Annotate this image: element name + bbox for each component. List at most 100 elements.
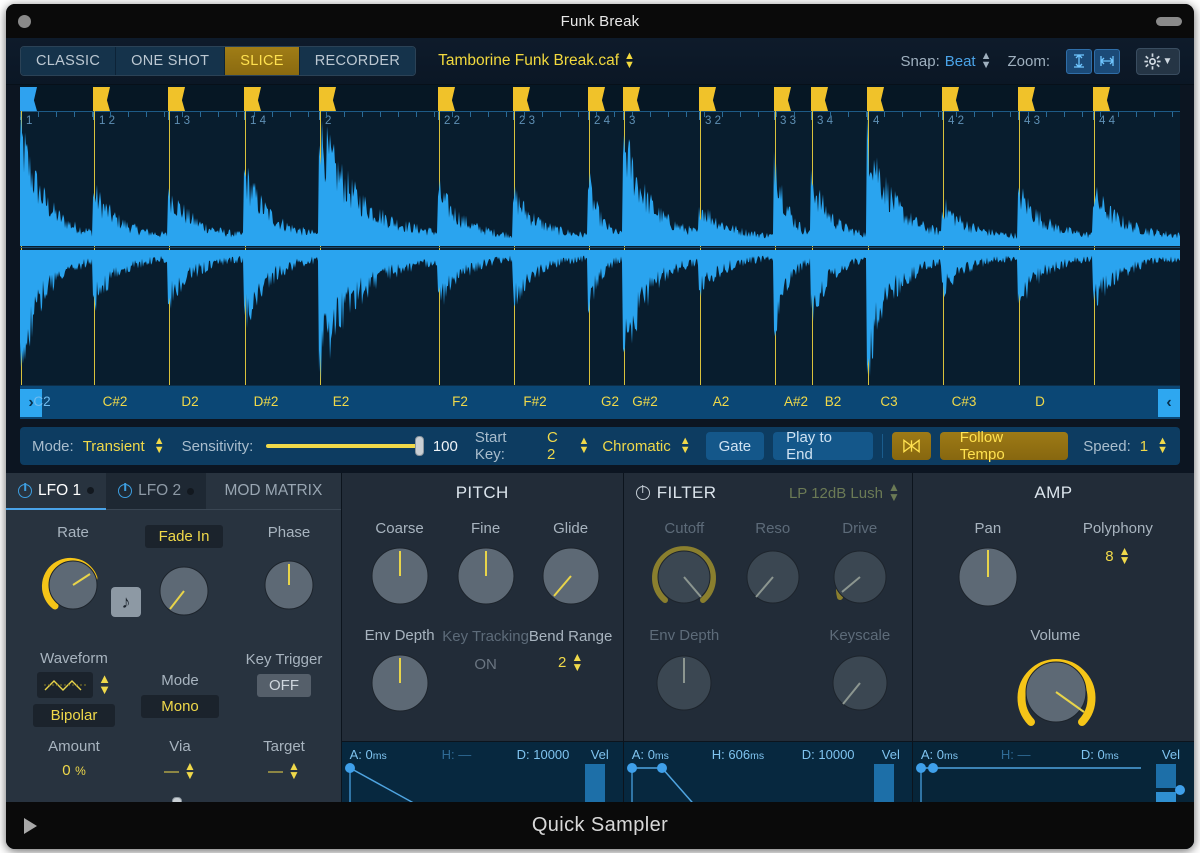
slice-marker[interactable] bbox=[1018, 87, 1035, 111]
key-label[interactable]: F#2 bbox=[523, 394, 546, 409]
amp-volume-knob[interactable] bbox=[913, 652, 1194, 739]
filter-drive-knob[interactable] bbox=[814, 545, 906, 614]
slice-marker[interactable] bbox=[699, 87, 716, 111]
slice-marker[interactable] bbox=[244, 87, 261, 111]
slice-marker[interactable] bbox=[438, 87, 455, 111]
key-label[interactable]: C2 bbox=[33, 394, 50, 409]
power-icon[interactable] bbox=[118, 484, 132, 498]
filter-cutoff-knob[interactable] bbox=[632, 545, 737, 614]
zoom-horizontal-icon[interactable] bbox=[1094, 49, 1120, 74]
sensitivity-slider[interactable] bbox=[266, 444, 420, 448]
triangle-wave-icon[interactable] bbox=[37, 672, 93, 698]
chevron-updown-icon[interactable]: ▲▼ bbox=[1119, 547, 1131, 566]
mode-tab-slice[interactable]: SLICE bbox=[225, 47, 299, 75]
chevron-updown-icon[interactable]: ▲▼ bbox=[184, 762, 196, 781]
key-label[interactable]: E2 bbox=[333, 394, 350, 409]
slice-marker[interactable] bbox=[93, 87, 110, 111]
slice-marker[interactable] bbox=[513, 87, 530, 111]
key-label[interactable]: C#3 bbox=[952, 394, 977, 409]
mode-tab-one-shot[interactable]: ONE SHOT bbox=[116, 47, 225, 75]
key-label[interactable]: D#2 bbox=[254, 394, 279, 409]
power-icon[interactable] bbox=[636, 486, 650, 500]
slice-marker[interactable] bbox=[623, 87, 640, 111]
slice-marker[interactable] bbox=[168, 87, 185, 111]
start-key-value[interactable]: C 2 bbox=[547, 429, 569, 463]
pitch-env-depth-knob[interactable] bbox=[350, 652, 450, 719]
amp-pan-knob[interactable] bbox=[933, 545, 1043, 614]
key-label[interactable]: D bbox=[1035, 394, 1045, 409]
lfo-via-selector[interactable]: — ▲▼ bbox=[132, 762, 228, 781]
key-label[interactable]: C#2 bbox=[103, 394, 128, 409]
gate-button[interactable]: Gate bbox=[706, 432, 765, 460]
lfo-fade-in-knob[interactable] bbox=[149, 556, 219, 626]
lfo-polarity-button[interactable]: Bipolar bbox=[33, 704, 116, 727]
chevron-updown-icon[interactable]: ▲▼ bbox=[888, 483, 900, 502]
lfo-phase-knob[interactable] bbox=[254, 550, 324, 620]
filter-reso-knob[interactable] bbox=[727, 545, 819, 614]
key-label[interactable]: A2 bbox=[713, 394, 730, 409]
lfo-fade-in-button[interactable]: Fade In bbox=[145, 525, 224, 548]
pitch-bend-range-selector[interactable]: 2 ▲▼ bbox=[525, 653, 617, 672]
snap-control[interactable]: Snap: Beat ▲▼ bbox=[901, 52, 992, 70]
slice-marker[interactable] bbox=[1093, 87, 1110, 111]
pitch-key-tracking-button[interactable]: ON bbox=[460, 653, 511, 676]
mode-tab-recorder[interactable]: RECORDER bbox=[300, 47, 415, 75]
waveform-display[interactable]: 11 21 31 422 22 32 433 23 33 444 24 34 4 bbox=[20, 85, 1180, 385]
pitch-coarse-knob[interactable] bbox=[350, 545, 450, 612]
chevron-updown-icon[interactable]: ▲▼ bbox=[98, 674, 111, 695]
key-label[interactable]: B2 bbox=[825, 394, 842, 409]
mode-tab-classic[interactable]: CLASSIC bbox=[21, 47, 116, 75]
sample-file-menu[interactable]: Tamborine Funk Break.caf ▲▼ bbox=[438, 52, 635, 70]
chevron-updown-icon[interactable]: ▲▼ bbox=[578, 437, 589, 455]
key-label[interactable]: G#2 bbox=[632, 394, 658, 409]
sensitivity-thumb[interactable] bbox=[415, 436, 424, 456]
follow-tempo-button[interactable]: Follow Tempo bbox=[940, 432, 1069, 460]
pitch-fine-knob[interactable] bbox=[440, 545, 532, 612]
key-mapping-row[interactable]: › ‹ C2C#2D2D#2E2F2F#2G2G#2A2A#2B2C3C#3D bbox=[20, 385, 1180, 419]
filter-keyscale-knob[interactable] bbox=[814, 652, 906, 719]
slice-marker[interactable] bbox=[867, 87, 884, 111]
pitch-glide-knob[interactable] bbox=[525, 545, 617, 612]
chevron-updown-icon[interactable]: ▲▼ bbox=[154, 437, 165, 455]
lfo-target-selector[interactable]: — ▲▼ bbox=[236, 762, 332, 781]
key-label[interactable]: A#2 bbox=[784, 394, 808, 409]
slice-marker-lane[interactable] bbox=[20, 85, 1180, 111]
key-label[interactable]: D2 bbox=[181, 394, 198, 409]
slice-mode-value[interactable]: Transient bbox=[83, 438, 145, 455]
chevron-updown-icon[interactable]: ▲▼ bbox=[571, 653, 583, 672]
lfo-amount-value-group[interactable]: 0 % bbox=[20, 762, 128, 780]
zoom-vertical-icon[interactable] bbox=[1066, 49, 1092, 74]
speed-value[interactable]: 1 bbox=[1140, 438, 1148, 455]
gear-icon[interactable]: ▼ bbox=[1136, 48, 1180, 75]
tab-lfo-1[interactable]: LFO 1 bbox=[6, 473, 106, 510]
chevron-updown-icon[interactable]: ▲▼ bbox=[288, 762, 300, 781]
play-to-end-button[interactable]: Play to End bbox=[773, 432, 873, 460]
slice-marker[interactable] bbox=[942, 87, 959, 111]
tab-mod-matrix[interactable]: MOD MATRIX bbox=[206, 473, 340, 510]
filter-env-depth-knob[interactable] bbox=[632, 652, 737, 719]
window-close-dot[interactable] bbox=[18, 15, 31, 28]
key-label[interactable]: F2 bbox=[452, 394, 468, 409]
tab-lfo-2[interactable]: LFO 2 bbox=[106, 473, 206, 510]
lfo-key-trigger-button[interactable]: OFF bbox=[257, 674, 311, 697]
window-resize-pill[interactable] bbox=[1156, 17, 1182, 26]
slice-marker[interactable] bbox=[319, 87, 336, 111]
reverse-icon[interactable] bbox=[892, 432, 931, 460]
filter-type-selector[interactable]: LP 12dB Lush ▲▼ bbox=[789, 483, 900, 502]
slice-marker[interactable] bbox=[774, 87, 791, 111]
play-icon[interactable] bbox=[24, 818, 37, 834]
chevron-updown-icon[interactable]: ▲▼ bbox=[1157, 437, 1168, 455]
chevron-updown-icon[interactable]: ▲▼ bbox=[680, 437, 691, 455]
key-scroll-left-button[interactable]: ‹ bbox=[1158, 389, 1180, 417]
key-label[interactable]: G2 bbox=[601, 394, 619, 409]
key-label[interactable]: C3 bbox=[880, 394, 897, 409]
lfo-waveform-selector[interactable]: ▲▼ bbox=[20, 672, 128, 698]
slice-marker[interactable] bbox=[588, 87, 605, 111]
slice-marker[interactable] bbox=[811, 87, 828, 111]
lfo-rate-knob[interactable] bbox=[38, 550, 108, 620]
chromatic-value[interactable]: Chromatic bbox=[602, 438, 670, 455]
amp-polyphony-selector[interactable]: 8 ▲▼ bbox=[1048, 547, 1188, 566]
power-icon[interactable] bbox=[18, 484, 32, 498]
lfo-mode-button[interactable]: Mono bbox=[141, 695, 219, 718]
slice-marker[interactable] bbox=[20, 87, 37, 111]
